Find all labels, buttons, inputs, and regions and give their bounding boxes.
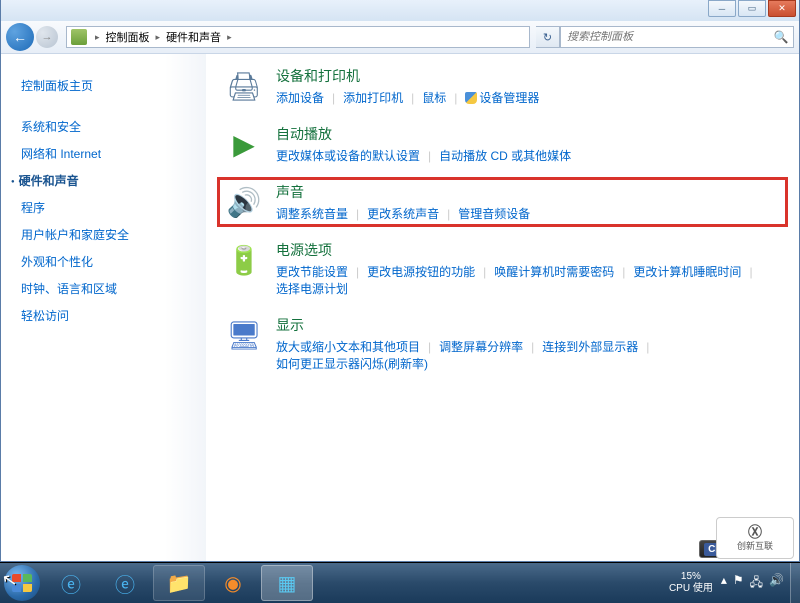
sidebar: 控制面板主页系统和安全网络和 Internet硬件和声音程序用户帐户和家庭安全外… bbox=[1, 54, 206, 561]
show-desktop-button[interactable] bbox=[790, 563, 800, 603]
search-box[interactable]: 🔍 bbox=[560, 26, 794, 48]
taskbar-control-panel-icon[interactable]: ▦ bbox=[261, 565, 313, 601]
category-link[interactable]: 更改媒体或设备的默认设置 bbox=[276, 147, 420, 164]
taskbar-ie-icon[interactable]: ⓔ bbox=[45, 565, 97, 601]
link-separator: | bbox=[332, 91, 335, 105]
sidebar-item-8[interactable]: 轻松访问 bbox=[21, 302, 196, 329]
breadcrumb-root[interactable]: 控制面板 bbox=[104, 29, 152, 45]
category-link[interactable]: 鼠标 bbox=[422, 89, 446, 106]
sidebar-item-6[interactable]: 外观和个性化 bbox=[21, 248, 196, 275]
category-title[interactable]: 自动播放 bbox=[276, 124, 781, 144]
sidebar-item-5[interactable]: 用户帐户和家庭安全 bbox=[21, 221, 196, 248]
back-button[interactable]: ← bbox=[6, 23, 34, 51]
link-separator: | bbox=[428, 340, 431, 354]
shield-icon bbox=[465, 92, 477, 104]
sidebar-item-7[interactable]: 时钟、语言和区域 bbox=[21, 275, 196, 302]
category-link[interactable]: 如何更正显示器闪烁(刷新率) bbox=[276, 355, 428, 372]
category-link[interactable]: 更改电源按钮的功能 bbox=[367, 263, 475, 280]
watermark-logo: Ⓧ 创新互联 bbox=[716, 517, 794, 559]
tray-network-icon[interactable]: 🖧 bbox=[750, 573, 763, 594]
link-separator: | bbox=[356, 207, 359, 221]
link-separator: | bbox=[749, 265, 752, 279]
ic-power-icon: 🔋 bbox=[224, 240, 264, 280]
category-link[interactable]: 连接到外部显示器 bbox=[542, 338, 638, 355]
chevron-right-icon: ▸ bbox=[91, 32, 104, 43]
category-1: ▶ 自动播放更改媒体或设备的默认设置 | 自动播放 CD 或其他媒体 bbox=[224, 124, 781, 164]
category-title[interactable]: 电源选项 bbox=[276, 240, 781, 260]
maximize-button[interactable]: ▭ bbox=[738, 0, 766, 17]
category-link[interactable]: 选择电源计划 bbox=[276, 280, 348, 297]
window-body: 控制面板主页系统和安全网络和 Internet硬件和声音程序用户帐户和家庭安全外… bbox=[1, 54, 799, 561]
minimize-button[interactable]: ─ bbox=[708, 0, 736, 17]
titlebar: ─ ▭ ✕ bbox=[1, 0, 799, 21]
tray-flag-icon[interactable]: ⚑ bbox=[733, 573, 744, 594]
system-tray: 15% CPU 使用 ▴ ⚑ 🖧 🔊 bbox=[669, 563, 800, 603]
category-link[interactable]: 添加打印机 bbox=[343, 89, 403, 106]
category-title[interactable]: 显示 bbox=[276, 315, 781, 335]
category-3: 🔋 电源选项更改节能设置 | 更改电源按钮的功能 | 唤醒计算机时需要密码 | 更改计算机睡眠… bbox=[224, 240, 781, 297]
category-link[interactable]: 唤醒计算机时需要密码 bbox=[494, 263, 614, 280]
ic-display-icon: 🖥 bbox=[224, 315, 264, 355]
taskbar: ⓔ ⓔ 📁 ◉ ▦ 15% CPU 使用 ▴ ⚑ 🖧 🔊 bbox=[0, 563, 800, 603]
category-link[interactable]: 设备管理器 bbox=[465, 89, 539, 106]
chevron-right-icon: ▸ bbox=[223, 32, 236, 43]
category-2: 🔊 声音调整系统音量 | 更改系统声音 | 管理音频设备 bbox=[217, 177, 788, 227]
ic-play-icon: ▶ bbox=[224, 124, 264, 164]
taskbar-explorer-icon[interactable]: 📁 bbox=[153, 565, 205, 601]
sidebar-item-3[interactable]: 硬件和声音 bbox=[21, 167, 196, 194]
taskbar-ie2-icon[interactable]: ⓔ bbox=[99, 565, 151, 601]
navigation-bar: ← → ▸ 控制面板 ▸ 硬件和声音 ▸ ↻ 🔍 bbox=[1, 21, 799, 54]
category-link[interactable]: 添加设备 bbox=[276, 89, 324, 106]
link-separator: | bbox=[411, 91, 414, 105]
category-link[interactable]: 更改系统声音 bbox=[367, 205, 439, 222]
refresh-button[interactable]: ↻ bbox=[536, 26, 560, 48]
category-link[interactable]: 调整屏幕分辨率 bbox=[439, 338, 523, 355]
link-separator: | bbox=[447, 207, 450, 221]
category-link[interactable]: 调整系统音量 bbox=[276, 205, 348, 222]
category-link[interactable]: 更改节能设置 bbox=[276, 263, 348, 280]
link-separator: | bbox=[531, 340, 534, 354]
control-panel-icon bbox=[71, 29, 87, 45]
sidebar-item-1[interactable]: 系统和安全 bbox=[21, 113, 196, 140]
search-input[interactable] bbox=[561, 31, 769, 43]
link-separator: | bbox=[454, 91, 457, 105]
link-separator: | bbox=[622, 265, 625, 279]
tray-volume-icon[interactable]: 🔊 bbox=[769, 573, 784, 594]
link-separator: | bbox=[428, 149, 431, 163]
ic-speaker-icon: 🔊 bbox=[224, 182, 264, 222]
search-icon[interactable]: 🔍 bbox=[769, 30, 793, 44]
breadcrumb-current[interactable]: 硬件和声音 bbox=[164, 29, 223, 45]
taskbar-media-icon[interactable]: ◉ bbox=[207, 565, 259, 601]
link-separator: | bbox=[646, 340, 649, 354]
sidebar-item-4[interactable]: 程序 bbox=[21, 194, 196, 221]
category-4: 🖥显示放大或缩小文本和其他项目|调整屏幕分辨率|连接到外部显示器|如何更正显示器… bbox=[224, 315, 781, 372]
chevron-right-icon: ▸ bbox=[152, 32, 165, 43]
category-link[interactable]: 放大或缩小文本和其他项目 bbox=[276, 338, 420, 355]
link-separator: | bbox=[356, 265, 359, 279]
category-link[interactable]: 管理音频设备 bbox=[458, 205, 530, 222]
ic-printer-icon: 🖨 bbox=[224, 66, 264, 106]
address-bar[interactable]: ▸ 控制面板 ▸ 硬件和声音 ▸ bbox=[66, 26, 530, 48]
close-button[interactable]: ✕ bbox=[768, 0, 796, 17]
content-area: 🖨 设备和打印机添加设备 | 添加打印机 | 鼠标 | 设备管理器 ▶ 自动播放更改媒体或设备的默… bbox=[206, 54, 799, 561]
category-title[interactable]: 声音 bbox=[276, 182, 781, 202]
sidebar-item-0[interactable]: 控制面板主页 bbox=[21, 72, 196, 99]
sidebar-item-2[interactable]: 网络和 Internet bbox=[21, 140, 196, 167]
link-separator: | bbox=[483, 265, 486, 279]
tray-up-icon[interactable]: ▴ bbox=[721, 573, 727, 594]
forward-button[interactable]: → bbox=[36, 26, 58, 48]
category-link[interactable]: 更改计算机睡眠时间 bbox=[633, 263, 741, 280]
control-panel-window: ─ ▭ ✕ ← → ▸ 控制面板 ▸ 硬件和声音 ▸ ↻ 🔍 控制面板主页系统和… bbox=[0, 0, 800, 562]
category-link[interactable]: 自动播放 CD 或其他媒体 bbox=[439, 147, 571, 164]
category-title[interactable]: 设备和打印机 bbox=[276, 66, 781, 86]
cpu-meter[interactable]: 15% CPU 使用 bbox=[669, 571, 713, 595]
category-0: 🖨 设备和打印机添加设备 | 添加打印机 | 鼠标 | 设备管理器 bbox=[224, 66, 781, 106]
